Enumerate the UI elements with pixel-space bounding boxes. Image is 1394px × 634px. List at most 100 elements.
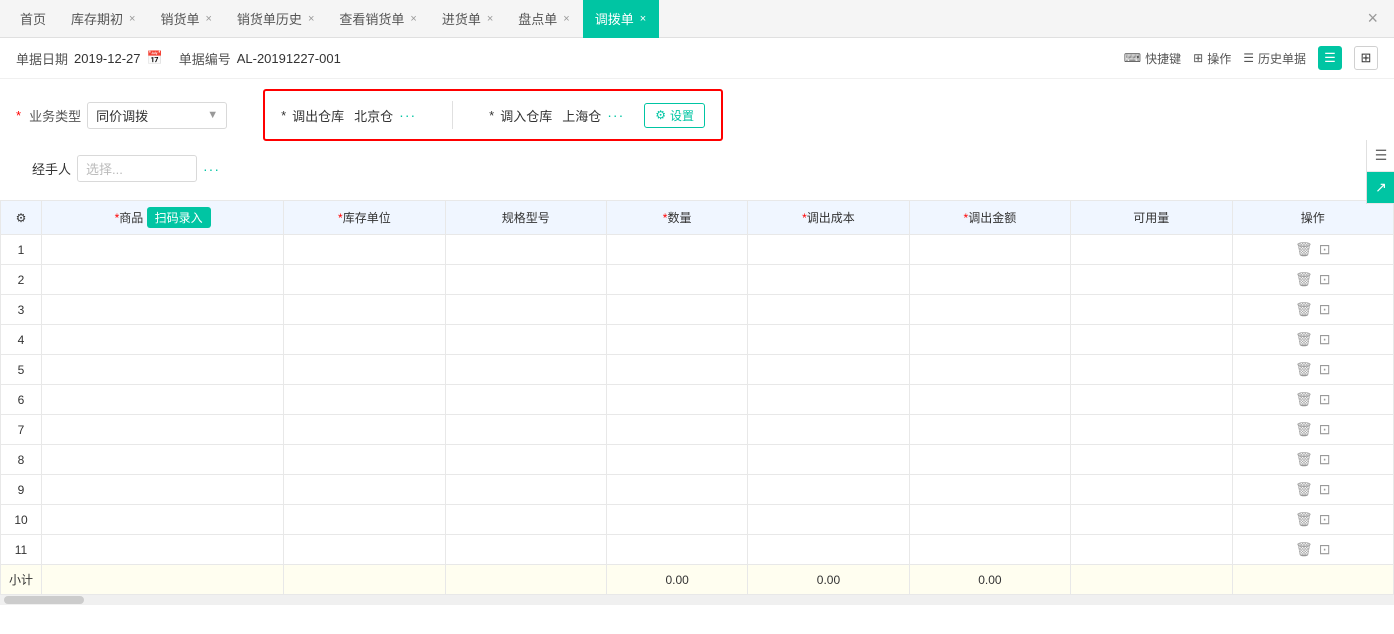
transfer-in-more[interactable]: ··· <box>607 107 624 123</box>
shortcuts-button[interactable]: ⌨ 快捷键 <box>1124 50 1181 67</box>
tab-view-sales[interactable]: 查看销货单 × <box>327 0 429 38</box>
settings-button[interactable]: ⚙ 设置 <box>644 103 705 128</box>
table-container[interactable]: ⚙ *商品 扫码录入 *库存单位 规格型号 *数量 *调出成本 *调出金额 <box>0 200 1394 595</box>
row-amount[interactable] <box>909 475 1070 505</box>
row-spec[interactable] <box>445 415 606 445</box>
row-cost[interactable] <box>748 535 909 565</box>
row-product[interactable] <box>42 235 284 265</box>
row-unit[interactable] <box>284 235 445 265</box>
row-qty[interactable] <box>607 415 748 445</box>
row-qty[interactable] <box>607 265 748 295</box>
row-amount[interactable] <box>909 295 1070 325</box>
row-unit[interactable] <box>284 385 445 415</box>
delete-icon[interactable]: 🗑 <box>1292 541 1316 557</box>
row-unit[interactable] <box>284 505 445 535</box>
row-amount[interactable] <box>909 535 1070 565</box>
row-product[interactable] <box>42 535 284 565</box>
row-product[interactable] <box>42 295 284 325</box>
row-qty[interactable] <box>607 445 748 475</box>
row-cost[interactable] <box>748 355 909 385</box>
row-product[interactable] <box>42 475 284 505</box>
sidebar-export-icon[interactable]: ↗ <box>1367 172 1394 204</box>
row-unit[interactable] <box>284 265 445 295</box>
scrollbar-thumb[interactable] <box>4 596 84 604</box>
row-cost[interactable] <box>748 295 909 325</box>
tab-purchase-order-close[interactable]: × <box>487 13 493 25</box>
row-qty[interactable] <box>607 355 748 385</box>
scan-input-button[interactable]: 扫码录入 <box>147 207 211 228</box>
row-spec[interactable] <box>445 475 606 505</box>
row-qty[interactable] <box>607 385 748 415</box>
delete-icon[interactable]: 🗑 <box>1292 481 1316 497</box>
row-spec[interactable] <box>445 505 606 535</box>
tab-transfer-order[interactable]: 调拨单 × <box>583 0 659 38</box>
row-product[interactable] <box>42 265 284 295</box>
row-cost[interactable] <box>748 475 909 505</box>
row-amount[interactable] <box>909 355 1070 385</box>
row-product[interactable] <box>42 505 284 535</box>
delete-icon[interactable]: 🗑 <box>1292 421 1316 437</box>
tab-sales-history[interactable]: 销货单历史 × <box>225 0 327 38</box>
tab-sales-order[interactable]: 销货单 × <box>148 0 224 38</box>
business-type-select[interactable]: 同价调拨 ▼ <box>87 102 227 129</box>
tab-purchase-order[interactable]: 进货单 × <box>430 0 506 38</box>
row-product[interactable] <box>42 445 284 475</box>
row-cost[interactable] <box>748 445 909 475</box>
delete-icon[interactable]: 🗑 <box>1292 331 1316 347</box>
row-cost[interactable] <box>748 265 909 295</box>
row-unit[interactable] <box>284 445 445 475</box>
delete-icon[interactable]: 🗑 <box>1292 511 1316 527</box>
row-qty[interactable] <box>607 535 748 565</box>
horizontal-scrollbar[interactable] <box>0 595 1394 605</box>
row-product[interactable] <box>42 355 284 385</box>
row-spec[interactable] <box>445 295 606 325</box>
operations-button[interactable]: ⊞ 操作 <box>1193 50 1231 67</box>
delete-icon[interactable]: 🗑 <box>1292 301 1316 317</box>
copy-icon[interactable]: ⊡ <box>1316 421 1334 437</box>
row-amount[interactable] <box>909 235 1070 265</box>
row-product[interactable] <box>42 415 284 445</box>
row-spec[interactable] <box>445 325 606 355</box>
delete-icon[interactable]: 🗑 <box>1292 271 1316 287</box>
row-spec[interactable] <box>445 355 606 385</box>
window-close-button[interactable]: × <box>1359 8 1386 29</box>
handler-select[interactable]: 选择... <box>77 155 197 182</box>
tab-home[interactable]: 首页 <box>8 0 59 38</box>
row-qty[interactable] <box>607 235 748 265</box>
row-unit[interactable] <box>284 355 445 385</box>
row-amount[interactable] <box>909 415 1070 445</box>
delete-icon[interactable]: 🗑 <box>1292 241 1316 257</box>
copy-icon[interactable]: ⊡ <box>1316 481 1334 497</box>
tab-sales-history-close[interactable]: × <box>308 13 314 25</box>
row-spec[interactable] <box>445 445 606 475</box>
copy-icon[interactable]: ⊡ <box>1316 391 1334 407</box>
row-spec[interactable] <box>445 385 606 415</box>
handler-more[interactable]: ··· <box>203 161 220 177</box>
transfer-out-more[interactable]: ··· <box>399 107 416 123</box>
layout-list-button[interactable]: ☰ <box>1318 46 1342 70</box>
col-header-gear[interactable]: ⚙ <box>1 201 42 235</box>
tab-transfer-order-close[interactable]: × <box>640 13 646 25</box>
copy-icon[interactable]: ⊡ <box>1316 511 1334 527</box>
row-product[interactable] <box>42 385 284 415</box>
copy-icon[interactable]: ⊡ <box>1316 271 1334 287</box>
row-amount[interactable] <box>909 265 1070 295</box>
row-unit[interactable] <box>284 535 445 565</box>
calendar-icon[interactable]: 📅 <box>147 50 163 66</box>
row-qty[interactable] <box>607 475 748 505</box>
row-spec[interactable] <box>445 235 606 265</box>
row-qty[interactable] <box>607 325 748 355</box>
row-cost[interactable] <box>748 415 909 445</box>
row-amount[interactable] <box>909 385 1070 415</box>
row-unit[interactable] <box>284 475 445 505</box>
row-unit[interactable] <box>284 295 445 325</box>
layout-grid-button[interactable]: ⊞ <box>1354 46 1378 70</box>
copy-icon[interactable]: ⊡ <box>1316 241 1334 257</box>
delete-icon[interactable]: 🗑 <box>1292 391 1316 407</box>
row-amount[interactable] <box>909 505 1070 535</box>
row-qty[interactable] <box>607 295 748 325</box>
row-product[interactable] <box>42 325 284 355</box>
delete-icon[interactable]: 🗑 <box>1292 361 1316 377</box>
row-cost[interactable] <box>748 505 909 535</box>
history-button[interactable]: ☰ 历史单据 <box>1243 50 1306 67</box>
